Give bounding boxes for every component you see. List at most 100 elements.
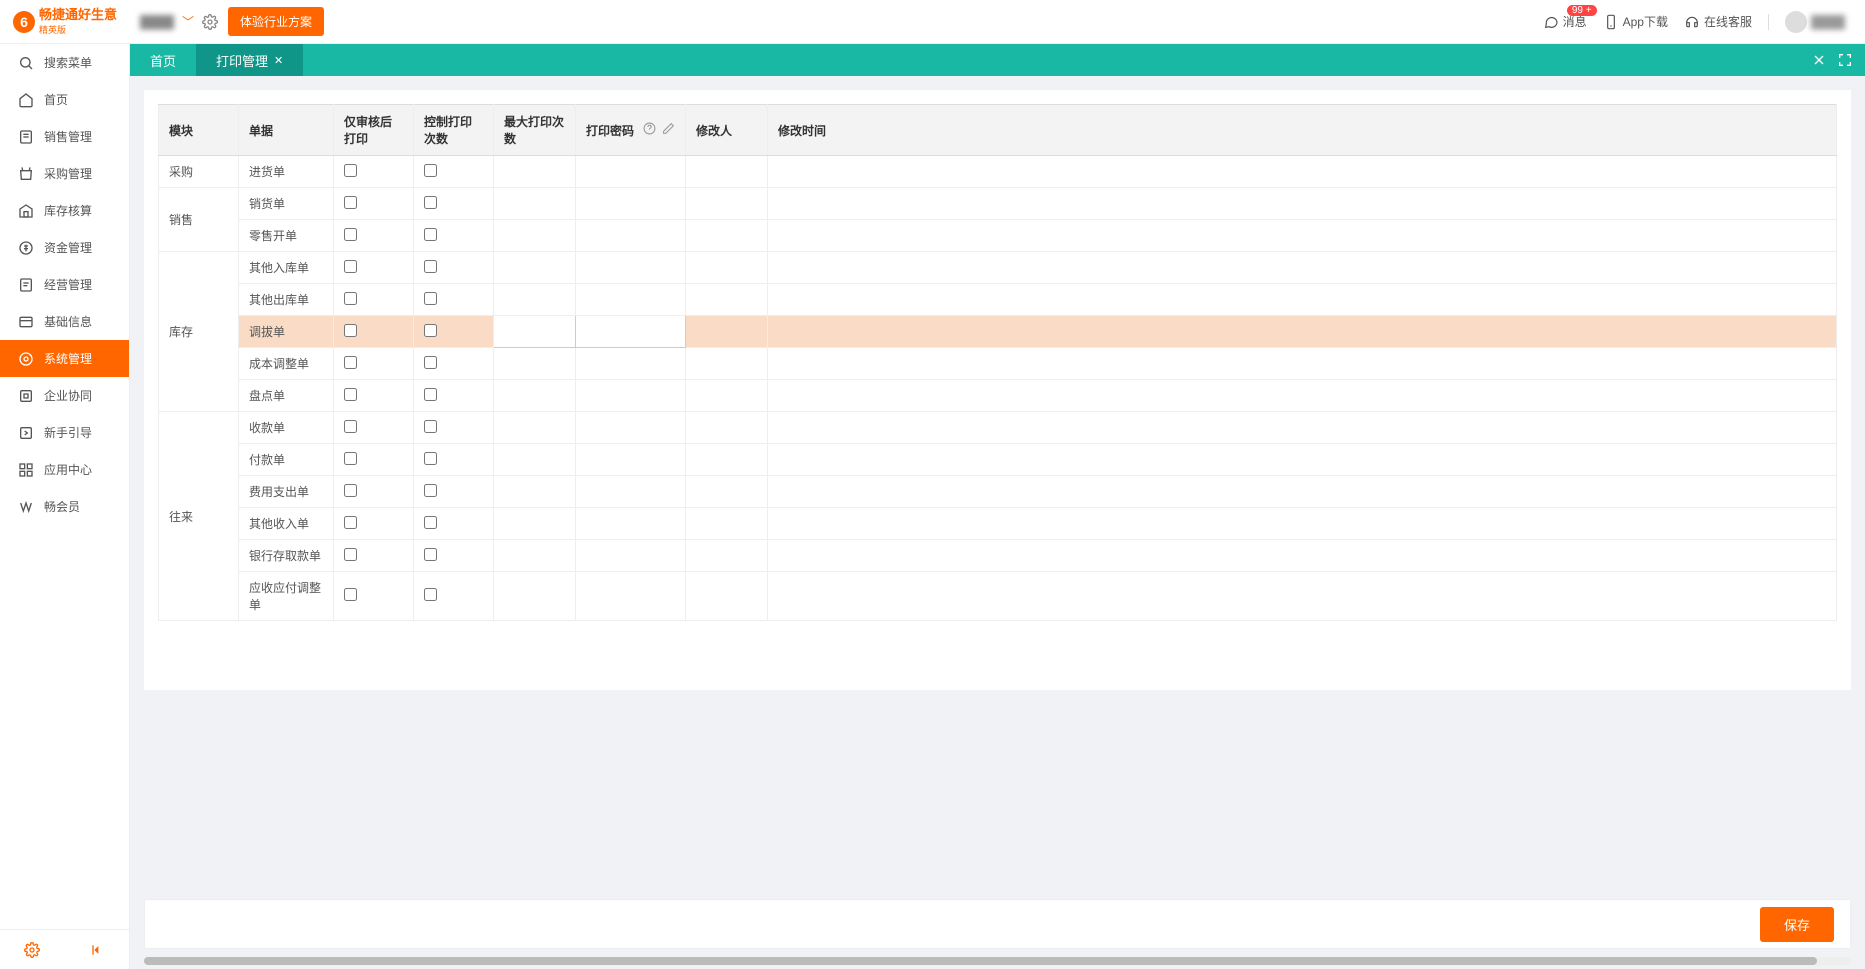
cell-max-times[interactable] xyxy=(494,252,576,284)
checkbox[interactable] xyxy=(424,260,437,273)
close-all-tabs-icon[interactable] xyxy=(1811,52,1827,68)
sidebar-item-enterprise[interactable]: 企业协同 xyxy=(0,377,129,414)
gear-icon[interactable] xyxy=(202,14,218,30)
checkbox[interactable] xyxy=(344,196,357,209)
checkbox[interactable] xyxy=(424,420,437,433)
sidebar-item-appcenter[interactable]: 应用中心 xyxy=(0,451,129,488)
cell-password[interactable] xyxy=(576,220,686,252)
checkbox[interactable] xyxy=(344,548,357,561)
sidebar-item-system[interactable]: 系统管理 xyxy=(0,340,129,377)
cell-max-times[interactable] xyxy=(494,348,576,380)
cell-max-times[interactable] xyxy=(494,444,576,476)
cell-password[interactable] xyxy=(576,316,686,348)
checkbox[interactable] xyxy=(344,516,357,529)
table-row[interactable]: 成本调整单 xyxy=(159,348,1837,380)
sidebar-item-search-menu[interactable]: 搜索菜单 xyxy=(0,44,129,81)
table-row[interactable]: 销售销货单 xyxy=(159,188,1837,220)
sidebar-item-basic[interactable]: 基础信息 xyxy=(0,303,129,340)
table-row[interactable]: 采购进货单 xyxy=(159,156,1837,188)
checkbox[interactable] xyxy=(344,260,357,273)
tab-home[interactable]: 首页 xyxy=(130,44,196,76)
cell-password[interactable] xyxy=(576,540,686,572)
checkbox[interactable] xyxy=(424,548,437,561)
checkbox[interactable] xyxy=(424,516,437,529)
checkbox[interactable] xyxy=(344,452,357,465)
cell-max-times[interactable] xyxy=(494,284,576,316)
checkbox[interactable] xyxy=(424,452,437,465)
cell-max-times[interactable] xyxy=(494,508,576,540)
table-row[interactable]: 费用支出单 xyxy=(159,476,1837,508)
company-selector[interactable]: ████ ﹀ xyxy=(140,13,218,30)
checkbox[interactable] xyxy=(344,292,357,305)
cell-max-times[interactable] xyxy=(494,380,576,412)
edit-icon[interactable] xyxy=(662,122,675,138)
checkbox[interactable] xyxy=(344,388,357,401)
sidebar-item-guide[interactable]: 新手引导 xyxy=(0,414,129,451)
cell-max-times[interactable] xyxy=(494,156,576,188)
checkbox[interactable] xyxy=(344,356,357,369)
collapse-icon[interactable] xyxy=(89,942,105,958)
checkbox[interactable] xyxy=(344,484,357,497)
cell-password[interactable] xyxy=(576,380,686,412)
help-icon[interactable] xyxy=(643,122,656,138)
close-icon[interactable]: ✕ xyxy=(274,54,283,67)
save-button[interactable]: 保存 xyxy=(1760,907,1834,942)
table-row[interactable]: 应收应付调整单 xyxy=(159,572,1837,621)
table-row[interactable]: 其他出库单 xyxy=(159,284,1837,316)
table-row[interactable]: 调拔单 xyxy=(159,316,1837,348)
brand-logo[interactable]: 6 畅捷通好生意 精英版 xyxy=(0,8,130,36)
cell-max-times[interactable] xyxy=(494,540,576,572)
fullscreen-icon[interactable] xyxy=(1837,52,1853,68)
horizontal-scrollbar[interactable] xyxy=(144,957,1851,965)
checkbox[interactable] xyxy=(424,228,437,241)
cell-password[interactable] xyxy=(576,348,686,380)
sidebar-item-sales[interactable]: 销售管理 xyxy=(0,118,129,155)
sidebar-item-finance[interactable]: 资金管理 xyxy=(0,229,129,266)
sidebar-item-vip[interactable]: 畅会员 xyxy=(0,488,129,525)
app-download-link[interactable]: App下载 xyxy=(1603,13,1668,30)
checkbox[interactable] xyxy=(424,588,437,601)
scrollbar-thumb[interactable] xyxy=(144,957,1817,965)
checkbox[interactable] xyxy=(424,484,437,497)
checkbox[interactable] xyxy=(344,164,357,177)
table-row[interactable]: 付款单 xyxy=(159,444,1837,476)
cell-password[interactable] xyxy=(576,156,686,188)
checkbox[interactable] xyxy=(424,388,437,401)
checkbox[interactable] xyxy=(344,324,357,337)
tab-print-manage[interactable]: 打印管理✕ xyxy=(196,44,303,76)
table-row[interactable]: 往来收款单 xyxy=(159,412,1837,444)
checkbox[interactable] xyxy=(344,228,357,241)
settings-icon[interactable] xyxy=(24,942,40,958)
cell-max-times[interactable] xyxy=(494,316,576,348)
table-row[interactable]: 零售开单 xyxy=(159,220,1837,252)
cell-password[interactable] xyxy=(576,508,686,540)
checkbox[interactable] xyxy=(424,292,437,305)
sidebar-item-operation[interactable]: 经营管理 xyxy=(0,266,129,303)
cell-password[interactable] xyxy=(576,252,686,284)
table-row[interactable]: 库存其他入库单 xyxy=(159,252,1837,284)
sidebar-item-purchase[interactable]: 采购管理 xyxy=(0,155,129,192)
cell-max-times[interactable] xyxy=(494,412,576,444)
cell-password[interactable] xyxy=(576,476,686,508)
cell-password[interactable] xyxy=(576,572,686,621)
checkbox[interactable] xyxy=(424,196,437,209)
checkbox[interactable] xyxy=(344,420,357,433)
online-service-link[interactable]: 在线客服 xyxy=(1684,13,1752,30)
checkbox[interactable] xyxy=(344,588,357,601)
table-row[interactable]: 盘点单 xyxy=(159,380,1837,412)
sidebar-item-home[interactable]: 首页 xyxy=(0,81,129,118)
cell-max-times[interactable] xyxy=(494,188,576,220)
checkbox[interactable] xyxy=(424,356,437,369)
cell-password[interactable] xyxy=(576,284,686,316)
cell-password[interactable] xyxy=(576,444,686,476)
checkbox[interactable] xyxy=(424,324,437,337)
user-menu[interactable]: ████ xyxy=(1785,11,1845,33)
cell-password[interactable] xyxy=(576,412,686,444)
cell-max-times[interactable] xyxy=(494,476,576,508)
cell-max-times[interactable] xyxy=(494,220,576,252)
table-row[interactable]: 银行存取款单 xyxy=(159,540,1837,572)
industry-solution-button[interactable]: 体验行业方案 xyxy=(228,7,324,36)
cell-password[interactable] xyxy=(576,188,686,220)
checkbox[interactable] xyxy=(424,164,437,177)
sidebar-item-inventory[interactable]: 库存核算 xyxy=(0,192,129,229)
